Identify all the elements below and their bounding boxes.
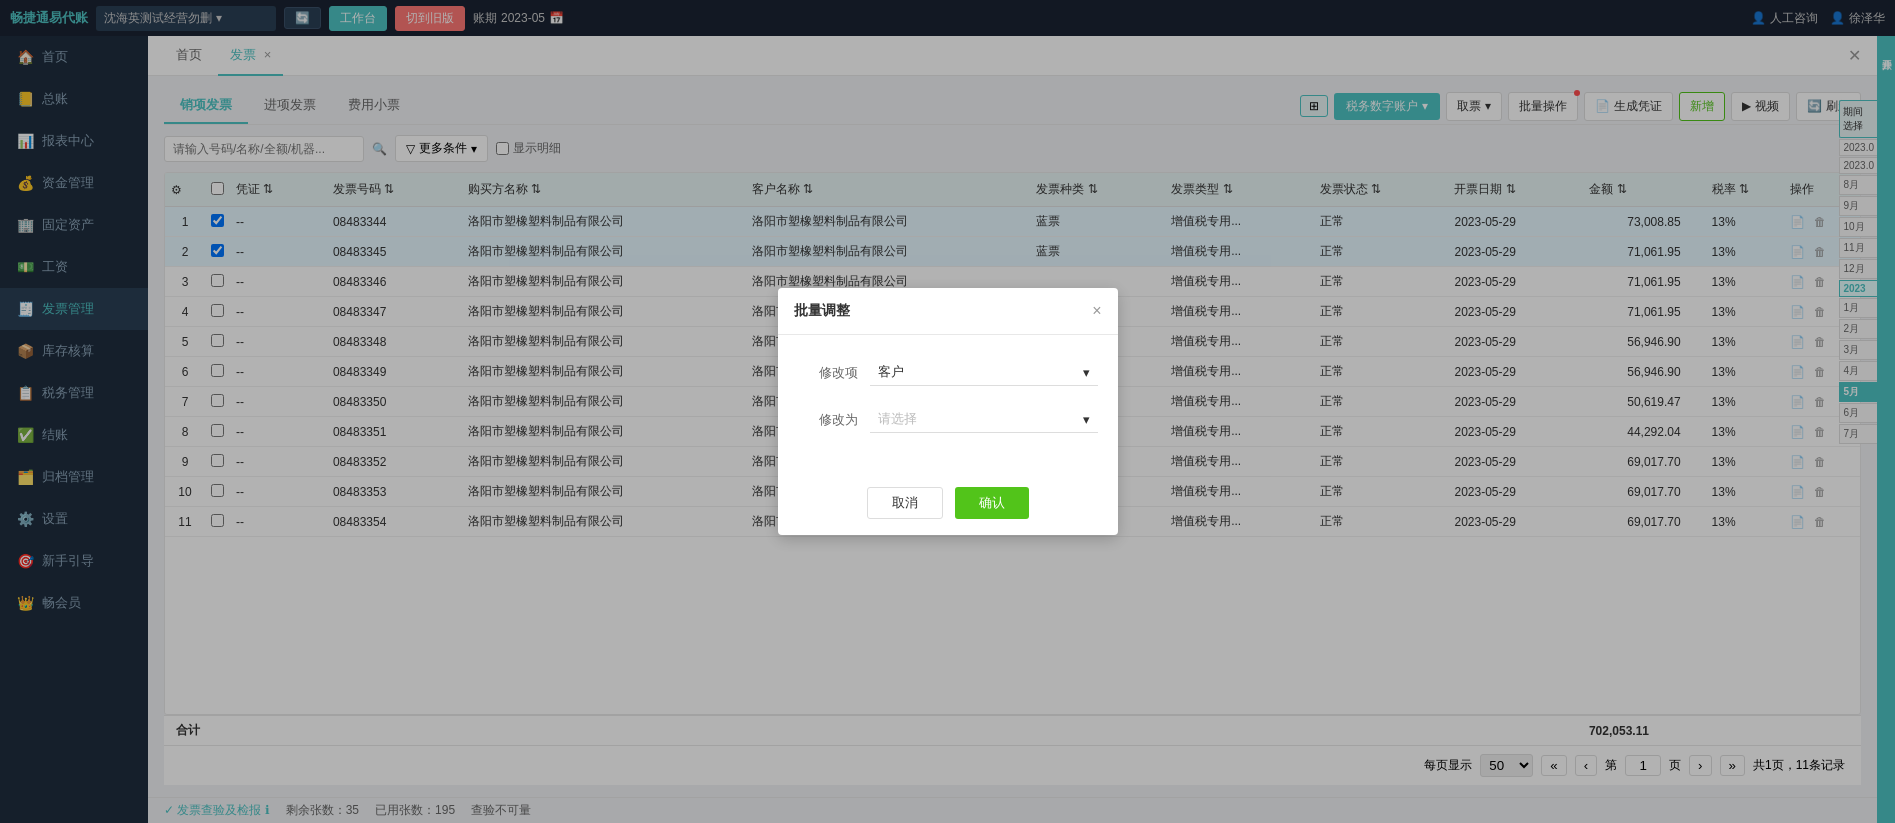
modify-item-label: 修改项 <box>798 364 858 382</box>
modal-cancel-btn[interactable]: 取消 <box>867 487 943 519</box>
chevron-down-icon-2: ▾ <box>1083 412 1090 427</box>
batch-adjust-modal: 批量调整 × 修改项 客户 ▾ 修改为 请选择 ▾ 取消 确认 <box>778 288 1118 535</box>
modal-body: 修改项 客户 ▾ 修改为 请选择 ▾ <box>778 335 1118 477</box>
modify-to-row: 修改为 请选择 ▾ <box>798 406 1098 433</box>
modal-header: 批量调整 × <box>778 288 1118 335</box>
modal-close-btn[interactable]: × <box>1092 302 1101 320</box>
modify-item-select[interactable]: 客户 ▾ <box>870 359 1098 386</box>
modal-confirm-btn[interactable]: 确认 <box>955 487 1029 519</box>
modify-to-select[interactable]: 请选择 ▾ <box>870 406 1098 433</box>
modify-item-row: 修改项 客户 ▾ <box>798 359 1098 386</box>
modify-to-placeholder: 请选择 <box>878 410 917 428</box>
modal-overlay[interactable]: 批量调整 × 修改项 客户 ▾ 修改为 请选择 ▾ 取消 确认 <box>0 0 1895 823</box>
modify-to-label: 修改为 <box>798 411 858 429</box>
chevron-down-icon: ▾ <box>1083 365 1090 380</box>
modal-title: 批量调整 <box>794 302 850 320</box>
modal-footer: 取消 确认 <box>778 477 1118 535</box>
